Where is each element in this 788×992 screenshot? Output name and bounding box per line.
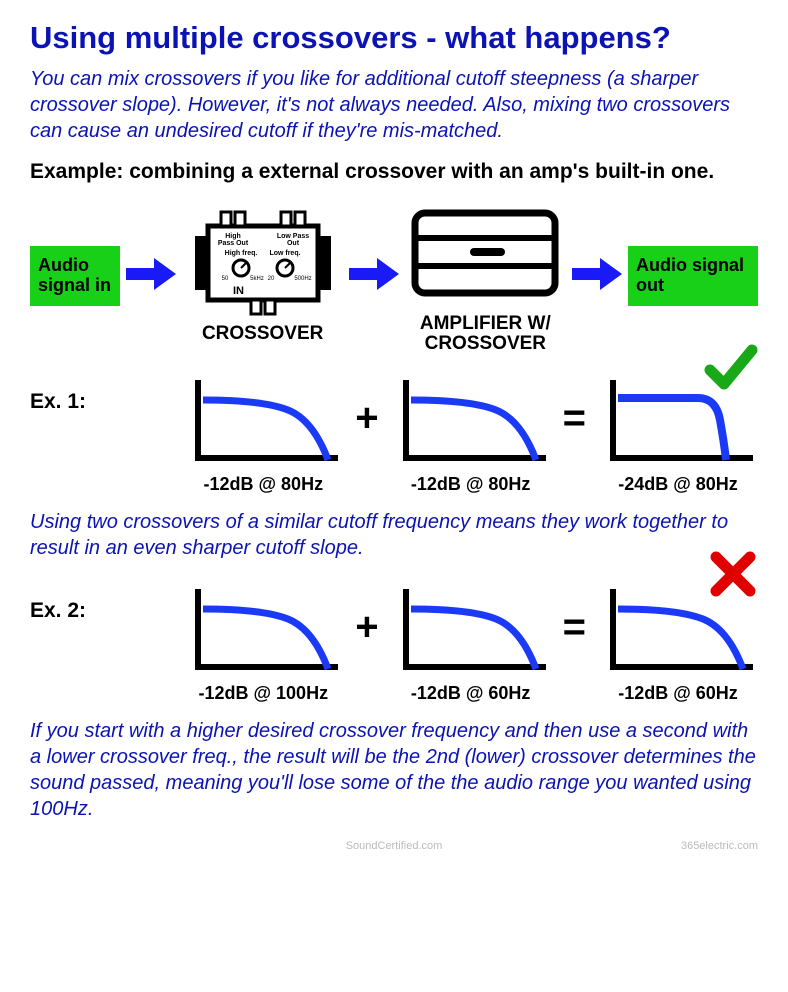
crossover-device: High Pass Out Low Pass Out High freq. Lo… [183, 208, 343, 344]
svg-text:20: 20 [267, 276, 274, 282]
ex2-chart-b-caption: -12dB @ 60Hz [411, 683, 531, 704]
arrow-icon [349, 249, 399, 303]
ex2-chart-b: -12dB @ 60Hz [391, 579, 551, 704]
example-heading: Example: combining a external crossover … [30, 160, 758, 184]
svg-text:50: 50 [221, 276, 228, 282]
svg-text:500Hz: 500Hz [294, 276, 311, 282]
svg-text:5kHz: 5kHz [250, 276, 264, 282]
signal-in-box: Audio signal in [30, 246, 120, 306]
cross-icon [708, 549, 758, 604]
crossover-label: CROSSOVER [202, 324, 323, 344]
svg-text:High: High [225, 233, 241, 240]
ex2-label: Ex. 2: [30, 579, 110, 623]
svg-text:IN: IN [233, 285, 244, 297]
arrow-icon [126, 249, 176, 303]
plus-icon: + [351, 605, 382, 650]
ex1-chart-b: -12dB @ 80Hz [391, 370, 551, 495]
ex1-chart-a-caption: -12dB @ 80Hz [203, 474, 323, 495]
ex2-chart-a-caption: -12dB @ 100Hz [198, 683, 328, 704]
ex1-chart-b-caption: -12dB @ 80Hz [411, 474, 531, 495]
plus-icon: + [351, 396, 382, 441]
ex2-explanation: If you start with a higher desired cross… [30, 718, 758, 822]
ex1-explanation: Using two crossovers of a similar cutoff… [30, 509, 758, 561]
ex2-equation: -12dB @ 100Hz + -12dB @ 60Hz = -12dB @ 6… [110, 579, 758, 704]
ex1-label: Ex. 1: [30, 370, 110, 414]
ex2-chart-a: -12dB @ 100Hz [183, 579, 343, 704]
checkmark-icon [704, 340, 758, 399]
intro-text: You can mix crossovers if you like for a… [30, 66, 758, 144]
svg-text:Low Pass: Low Pass [277, 233, 309, 240]
ex2-chart-c-caption: -12dB @ 60Hz [618, 683, 738, 704]
equals-icon: = [559, 396, 590, 441]
signal-flow-diagram: Audio signal in High Pass Out Low Pass O… [30, 198, 758, 354]
arrow-icon [572, 249, 622, 303]
signal-out-box: Audio signal out [628, 246, 758, 306]
page-title: Using multiple crossovers - what happens… [30, 20, 758, 56]
svg-text:Low freq.: Low freq. [269, 250, 300, 257]
svg-text:High freq.: High freq. [224, 250, 257, 257]
equals-icon: = [559, 605, 590, 650]
amplifier-device: AMPLIFIER W/ CROSSOVER [405, 198, 565, 354]
amplifier-label: AMPLIFIER W/ CROSSOVER [405, 314, 565, 354]
svg-text:Pass Out: Pass Out [217, 240, 248, 247]
svg-text:Out: Out [287, 240, 300, 247]
ex1-chart-c-caption: -24dB @ 80Hz [618, 474, 738, 495]
ex1-equation: -12dB @ 80Hz + -12dB @ 80Hz = -24dB @ 80… [110, 370, 758, 495]
ex1-chart-a: -12dB @ 80Hz [183, 370, 343, 495]
